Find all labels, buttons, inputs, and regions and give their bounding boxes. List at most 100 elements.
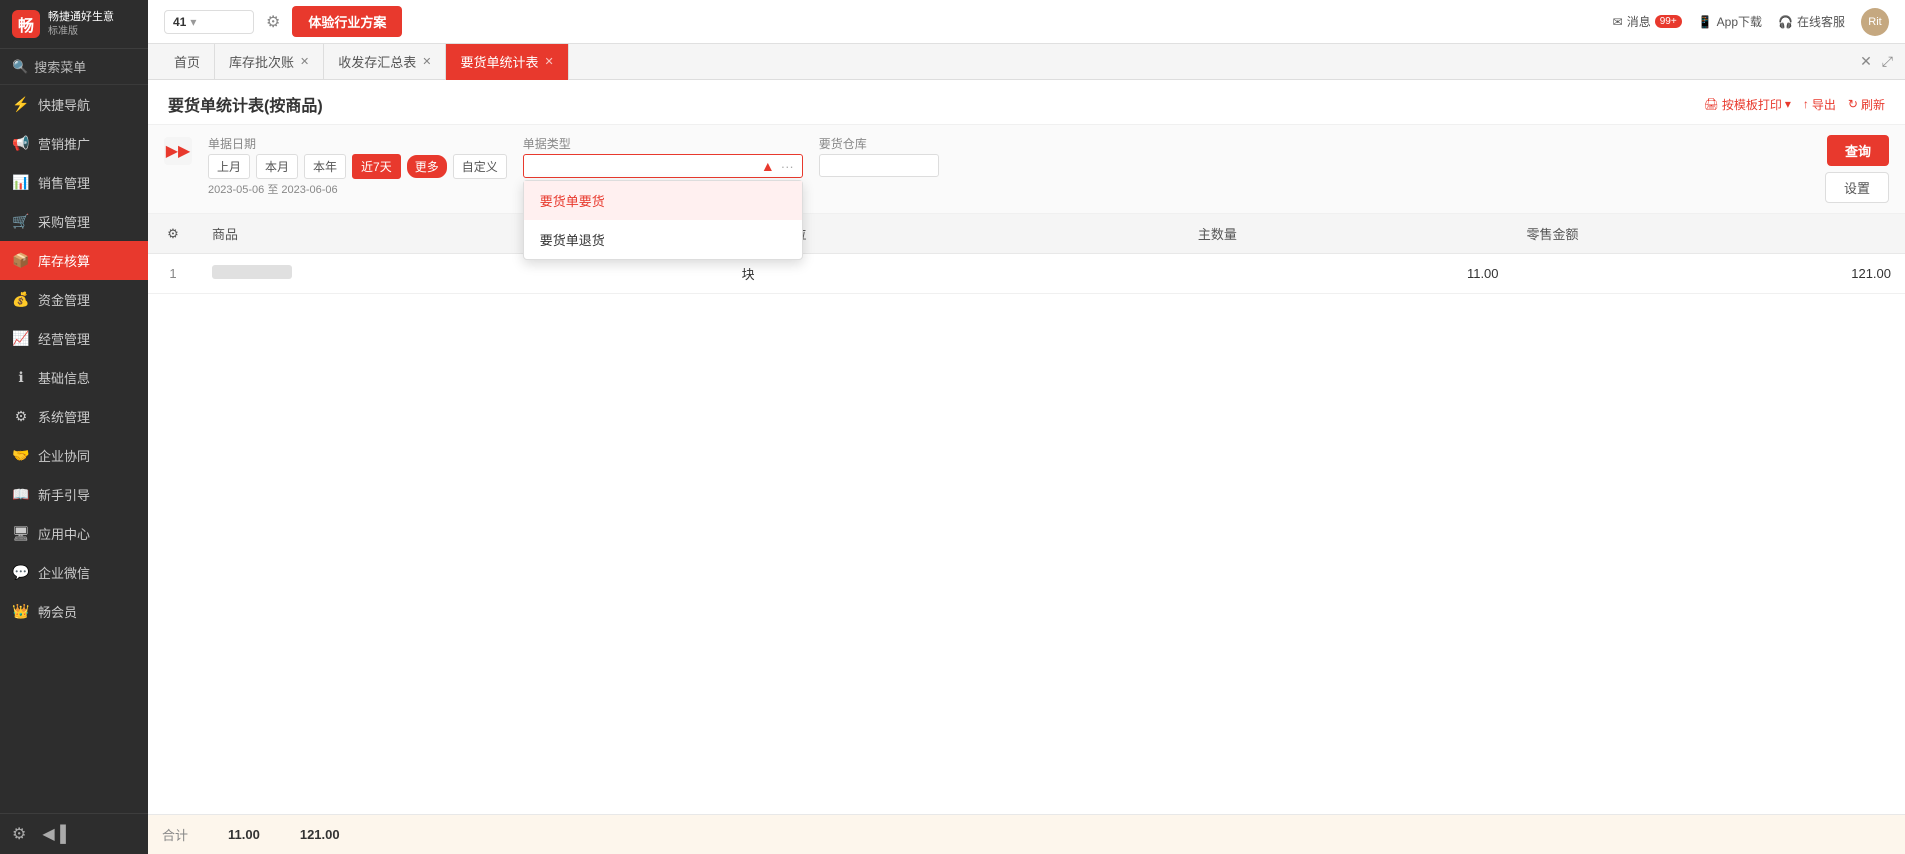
tab-order-stats[interactable]: 要货单统计表 ✕ <box>446 44 568 80</box>
sidebar-item-purchase[interactable]: 🛒 采购管理 <box>0 202 148 241</box>
purchase-icon: 🛒 <box>12 213 30 230</box>
sidebar-item-collab[interactable]: 🤝 企业协同 <box>0 436 148 475</box>
settings-button[interactable]: 设置 <box>1825 172 1889 203</box>
sidebar-item-basicinfo[interactable]: ℹ 基础信息 <box>0 358 148 397</box>
tab-close-all-icon[interactable]: ✕ <box>1860 53 1872 70</box>
topbar-right: ✉ 消息 99+ 📱 App下载 🎧 在线客服 Rit <box>1613 8 1889 36</box>
footer-amount-value: 121.00 <box>300 827 340 842</box>
tab-home[interactable]: 首页 <box>160 44 215 80</box>
close-inventory-batch-icon[interactable]: ✕ <box>300 55 309 68</box>
warehouse-filter-group: 要货仓库 <box>819 135 939 177</box>
this-month-btn[interactable]: 本月 <box>256 154 298 179</box>
doctype-dots-icon[interactable]: ··· <box>781 159 794 174</box>
message-button[interactable]: ✉ 消息 99+ <box>1613 13 1682 30</box>
sidebar-item-guide[interactable]: 📖 新手引导 <box>0 475 148 514</box>
sidebar-item-appcenter[interactable]: 🖥 应用中心 <box>0 514 148 553</box>
system-icon: ⚙ <box>12 408 30 425</box>
tab-stock-summary[interactable]: 收发存汇总表 ✕ <box>324 44 446 80</box>
export-button[interactable]: ↑ 导出 <box>1803 96 1836 113</box>
guide-icon: 📖 <box>12 486 30 503</box>
cell-qty: 11.00 <box>1184 254 1513 294</box>
date-range-display: 2023-05-06 至 2023-06-06 <box>208 181 507 197</box>
date-filter-label: 单据日期 <box>208 135 507 152</box>
sidebar-item-sales[interactable]: 📊 销售管理 <box>0 163 148 202</box>
footer-amount-item: 121.00 <box>300 827 340 842</box>
operations-icon: 📈 <box>12 330 30 347</box>
settings-icon[interactable]: ⚙ <box>12 824 26 844</box>
headset-icon: 🎧 <box>1778 15 1793 29</box>
close-order-stats-icon[interactable]: ✕ <box>545 55 554 68</box>
logo-text: 畅捷通好生意 标准版 <box>48 10 114 37</box>
sidebar-item-marketing[interactable]: 📢 营销推广 <box>0 124 148 163</box>
doctype-option-0[interactable]: 要货单要货 <box>524 181 802 220</box>
custom-date-btn[interactable]: 自定义 <box>453 154 507 179</box>
member-icon: 👑 <box>12 603 30 620</box>
export-icon: ↑ <box>1803 97 1809 111</box>
avatar[interactable]: Rit <box>1861 8 1889 36</box>
appcenter-icon: 🖥 <box>12 525 30 542</box>
marketing-icon: 📢 <box>12 135 30 152</box>
th-gear[interactable]: ⚙ <box>148 214 198 254</box>
corpwechat-icon: 💬 <box>12 564 30 581</box>
sidebar-search[interactable]: 🔍 搜索菜单 <box>0 49 148 85</box>
basicinfo-icon: ℹ <box>12 369 30 386</box>
finance-icon: 💰 <box>12 291 30 308</box>
product-name-blurred <box>212 265 292 279</box>
trial-button[interactable]: 体验行业方案 <box>292 6 402 37</box>
collapse-icon[interactable]: ◀▐ <box>42 824 66 844</box>
sidebar-item-corpwechat[interactable]: 💬 企业微信 <box>0 553 148 592</box>
date-filter-row: 上月 本月 本年 近7天 更多 自定义 <box>208 154 507 179</box>
tabbar: 首页 库存批次账 ✕ 收发存汇总表 ✕ 要货单统计表 ✕ ✕ ⤢ <box>148 44 1905 80</box>
refresh-icon: ↻ <box>1848 97 1858 111</box>
topbar: 41 ▾ ⚙ 体验行业方案 ✉ 消息 99+ 📱 App下载 🎧 在线客服 Ri… <box>148 0 1905 44</box>
sidebar-item-system[interactable]: ⚙ 系统管理 <box>0 397 148 436</box>
filter-bar-inner: 单据日期 上月 本月 本年 近7天 更多 自定义 2023-05-06 至 20… <box>208 135 1889 203</box>
sidebar-item-inventory[interactable]: 📦 库存核算 <box>0 241 148 280</box>
refresh-button[interactable]: ↻ 刷新 <box>1848 96 1885 113</box>
filter-actions: 查询 设置 <box>1825 135 1889 203</box>
page-header-actions: 🖨 按模板打印 ▾ ↑ 导出 ↻ 刷新 <box>1704 96 1885 113</box>
table-footer: 合计 11.00 121.00 <box>148 814 1905 854</box>
logo-icon: 畅 <box>12 10 40 38</box>
phone-icon: 📱 <box>1698 15 1713 29</box>
warehouse-select[interactable] <box>819 154 939 177</box>
sidebar-logo: 畅 畅捷通好生意 标准版 <box>0 0 148 49</box>
tab-inventory-batch[interactable]: 库存批次账 ✕ <box>215 44 324 80</box>
last-7-days-btn[interactable]: 近7天 <box>352 154 401 179</box>
last-month-btn[interactable]: 上月 <box>208 154 250 179</box>
page-header: 要货单统计表(按商品) 🖨 按模板打印 ▾ ↑ 导出 ↻ 刷新 <box>148 80 1905 125</box>
sidebar-item-member[interactable]: 👑 畅会员 <box>0 592 148 631</box>
sales-icon: 📊 <box>12 174 30 191</box>
column-settings-icon[interactable]: ⚙ <box>167 226 179 241</box>
cell-amount: 121.00 <box>1513 254 1905 294</box>
sidebar-item-operations[interactable]: 📈 经营管理 <box>0 319 148 358</box>
th-qty: 主数量 <box>1184 214 1513 254</box>
app-download-button[interactable]: 📱 App下载 <box>1698 13 1762 30</box>
doctype-dropdown: 要货单要货 要货单退货 <box>523 180 803 260</box>
cell-seq: 1 <box>148 254 198 294</box>
footer-qty-item: 11.00 <box>228 827 260 842</box>
sidebar-item-finance[interactable]: 💰 资金管理 <box>0 280 148 319</box>
sidebar-item-quicknav[interactable]: ⚡ 快捷导航 <box>0 85 148 124</box>
branch-selector[interactable]: 41 ▾ <box>164 10 254 34</box>
tab-expand-icon[interactable]: ⤢ <box>1882 53 1893 70</box>
online-service-button[interactable]: 🎧 在线客服 <box>1778 13 1845 30</box>
print-button[interactable]: 🖨 按模板打印 ▾ <box>1704 96 1791 113</box>
filter-bar: ▶▶ 单据日期 上月 本月 本年 近7天 更多 自定义 2023-05-06 至… <box>148 125 1905 214</box>
doctype-option-1[interactable]: 要货单退货 <box>524 220 802 259</box>
this-year-btn[interactable]: 本年 <box>304 154 346 179</box>
doctype-chevron-icon[interactable]: ▲ <box>761 158 775 174</box>
message-icon: ✉ <box>1613 15 1623 29</box>
doctype-input[interactable] <box>532 159 761 174</box>
topbar-gear-icon[interactable]: ⚙ <box>266 12 280 32</box>
more-btn[interactable]: 更多 <box>407 155 447 178</box>
collab-icon: 🤝 <box>12 447 30 464</box>
filter-toggle-button[interactable]: ▶▶ <box>164 137 192 165</box>
printer-icon: 🖨 <box>1704 97 1719 111</box>
th-amount: 零售金额 <box>1513 214 1905 254</box>
sidebar: 畅 畅捷通好生意 标准版 🔍 搜索菜单 ⚡ 快捷导航 📢 营销推广 📊 销售管理… <box>0 0 148 854</box>
close-stock-summary-icon[interactable]: ✕ <box>422 55 431 68</box>
query-button[interactable]: 查询 <box>1827 135 1889 166</box>
doctype-input-wrapper[interactable]: ▲ ··· <box>523 154 803 178</box>
tabbar-controls: ✕ ⤢ <box>1860 53 1893 70</box>
